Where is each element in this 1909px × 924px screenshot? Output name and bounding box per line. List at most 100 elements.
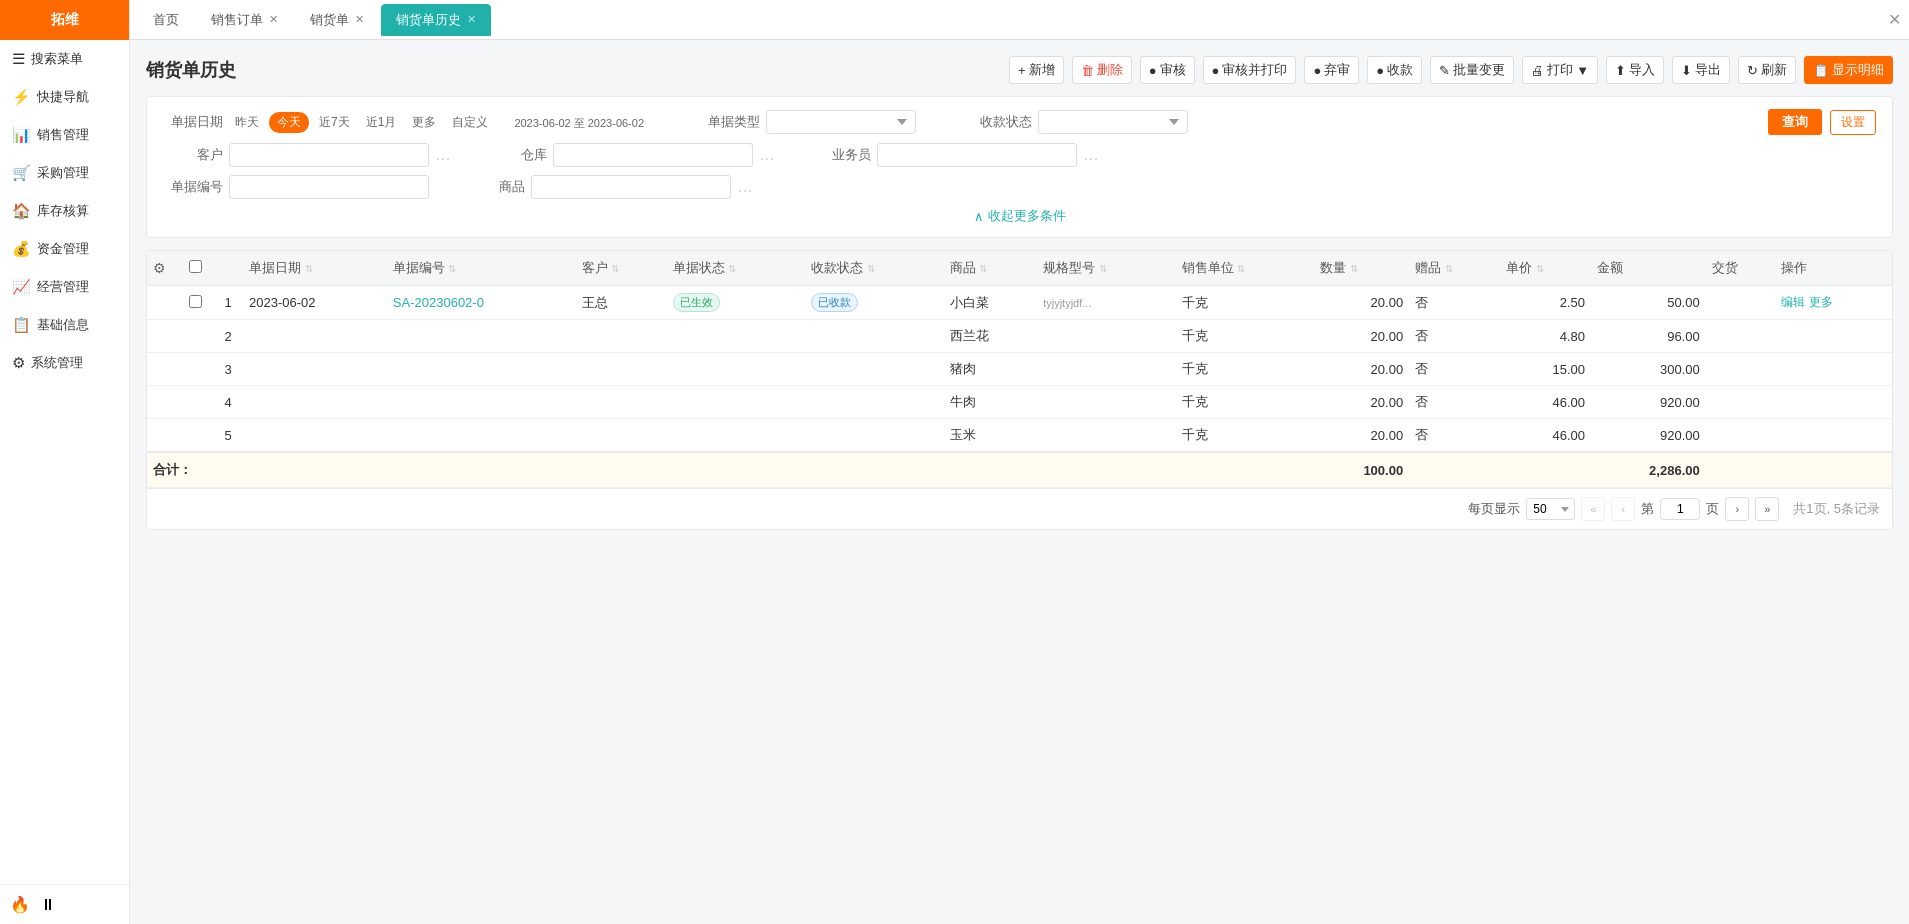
date-shortcut-custom[interactable]: 自定义 [446, 112, 494, 133]
date-shortcut-7days[interactable]: 近7天 [313, 112, 356, 133]
row-spec-1 [1037, 320, 1176, 353]
doc-type-select[interactable] [766, 110, 916, 134]
qty-sort-icon[interactable]: ⇅ [1350, 263, 1358, 274]
doc-no-link-0[interactable]: SA-20230602-0 [393, 295, 484, 310]
collect-label: 收款 [1387, 61, 1413, 79]
tab-sales-history-close[interactable]: ✕ [467, 13, 476, 26]
per-page-select[interactable]: 50 100 [1526, 498, 1575, 520]
row-exchange-0 [1706, 286, 1776, 320]
row-gift-0: 否 [1409, 286, 1500, 320]
row-gift-3: 否 [1409, 386, 1500, 419]
goods-sort-icon[interactable]: ⇅ [979, 263, 987, 274]
date-shortcut-more[interactable]: 更多 [406, 112, 442, 133]
date-shortcut-today[interactable]: 今天 [269, 112, 309, 133]
goods-dots-icon[interactable]: … [737, 178, 753, 196]
sidebar-item-operations[interactable]: 📈 经营管理 [0, 268, 129, 306]
tab-sales-history[interactable]: 销货单历史 ✕ [381, 4, 491, 36]
sidebar-item-system-mgmt[interactable]: ⚙ 系统管理 [0, 344, 129, 382]
unit-sort-icon[interactable]: ⇅ [1237, 263, 1245, 274]
customer-sort-icon[interactable]: ⇅ [611, 263, 619, 274]
more-action-0[interactable]: 更多 [1809, 295, 1833, 309]
warehouse-input[interactable] [553, 143, 753, 167]
fire-icon[interactable]: 🔥 [10, 895, 30, 914]
abandon-button[interactable]: ● 弃审 [1304, 56, 1359, 84]
export-button[interactable]: ⬇ 导出 [1672, 56, 1730, 84]
select-all-checkbox[interactable] [189, 260, 202, 273]
row-checkbox-2[interactable] [183, 353, 213, 386]
row-goods-4: 玉米 [944, 419, 1037, 453]
tab-sales-order-close[interactable]: ✕ [269, 13, 278, 26]
tab-home[interactable]: 首页 [138, 4, 194, 36]
sidebar-item-search-menu[interactable]: ☰ 搜索菜单 [0, 40, 129, 78]
doc-status-sort-icon[interactable]: ⇅ [728, 263, 736, 274]
sidebar-item-basic-info[interactable]: 📋 基础信息 [0, 306, 129, 344]
sidebar-item-inventory[interactable]: 🏠 库存核算 [0, 192, 129, 230]
operations-icon: 📈 [12, 278, 31, 296]
last-page-button[interactable]: » [1755, 497, 1779, 521]
row-checkbox-3[interactable] [183, 386, 213, 419]
tab-sales-order[interactable]: 销售订单 ✕ [196, 4, 293, 36]
delete-button[interactable]: 🗑 删除 [1072, 56, 1132, 84]
table-row: 3 猪肉 千克 20.00 否 15.00 300.00 [147, 353, 1892, 386]
row-doc-no-3 [387, 386, 576, 419]
goods-input[interactable] [531, 175, 731, 199]
date-sort-icon[interactable]: ⇅ [305, 263, 313, 274]
audit-print-button[interactable]: ● 审核并打印 [1203, 56, 1297, 84]
row-checkbox-input-0[interactable] [189, 295, 202, 308]
customer-dots-icon[interactable]: … [435, 146, 451, 164]
settings-button[interactable]: 设置 [1830, 110, 1876, 135]
warehouse-dots-icon[interactable]: … [759, 146, 775, 164]
edit-action-0[interactable]: 编辑 [1781, 295, 1805, 309]
row-actions-4 [1775, 419, 1892, 453]
delete-icon: 🗑 [1081, 63, 1094, 78]
import-button[interactable]: ⬆ 导入 [1606, 56, 1664, 84]
row-unit-2: 千克 [1176, 353, 1315, 386]
collect-status-select[interactable] [1038, 110, 1188, 134]
sidebar-item-quick-nav[interactable]: ⚡ 快捷导航 [0, 78, 129, 116]
column-settings-icon[interactable]: ⚙ [153, 260, 166, 276]
audit-button[interactable]: ● 审核 [1140, 56, 1195, 84]
row-gear-0 [147, 286, 183, 320]
abandon-icon: ● [1313, 63, 1321, 78]
row-doc-no-1 [387, 320, 576, 353]
page-unit: 页 [1706, 500, 1719, 518]
tab-close-all-button[interactable]: ✕ [1888, 10, 1901, 29]
date-shortcut-1month[interactable]: 近1月 [360, 112, 403, 133]
collect-button[interactable]: ● 收款 [1367, 56, 1422, 84]
doc-no-input[interactable] [229, 175, 429, 199]
row-qty-0: 20.00 [1314, 286, 1409, 320]
row-checkbox-1[interactable] [183, 320, 213, 353]
row-qty-3: 20.00 [1314, 386, 1409, 419]
add-button[interactable]: + 新增 [1009, 56, 1064, 84]
sidebar-item-finance[interactable]: 💰 资金管理 [0, 230, 129, 268]
page-input[interactable] [1660, 498, 1700, 520]
gift-sort-icon[interactable]: ⇅ [1445, 263, 1453, 274]
row-checkbox-0[interactable] [183, 286, 213, 320]
first-page-button[interactable]: « [1581, 497, 1605, 521]
show-detail-button[interactable]: 📋 显示明细 [1804, 56, 1893, 84]
row-goods-3: 牛肉 [944, 386, 1037, 419]
salesman-input[interactable] [877, 143, 1077, 167]
spec-sort-icon[interactable]: ⇅ [1099, 263, 1107, 274]
print-button[interactable]: 🖨 打印 ▼ [1522, 56, 1598, 84]
prev-page-button[interactable]: ‹ [1611, 497, 1635, 521]
customer-input[interactable] [229, 143, 429, 167]
date-shortcut-yesterday[interactable]: 昨天 [229, 112, 265, 133]
sidebar-item-purchase-mgmt[interactable]: 🛒 采购管理 [0, 154, 129, 192]
price-sort-icon[interactable]: ⇅ [1536, 263, 1544, 274]
doc-no-sort-icon[interactable]: ⇅ [448, 263, 456, 274]
sidebar-item-sales-mgmt[interactable]: 📊 销售管理 [0, 116, 129, 154]
th-exchange: 交货 [1706, 251, 1776, 286]
add-label: 新增 [1029, 61, 1055, 79]
next-page-button[interactable]: › [1725, 497, 1749, 521]
row-checkbox-4[interactable] [183, 419, 213, 453]
collect-status-sort-icon[interactable]: ⇅ [867, 263, 875, 274]
collapse-button[interactable]: ∧ 收起更多条件 [163, 207, 1876, 225]
tab-sales-delivery-close[interactable]: ✕ [355, 13, 364, 26]
salesman-dots-icon[interactable]: … [1083, 146, 1099, 164]
tab-sales-delivery[interactable]: 销货单 ✕ [295, 4, 379, 36]
pause-icon[interactable]: ⏸ [40, 896, 56, 914]
query-button[interactable]: 查询 [1768, 109, 1822, 135]
refresh-button[interactable]: ↻ 刷新 [1738, 56, 1796, 84]
batch-change-button[interactable]: ✎ 批量变更 [1430, 56, 1514, 84]
